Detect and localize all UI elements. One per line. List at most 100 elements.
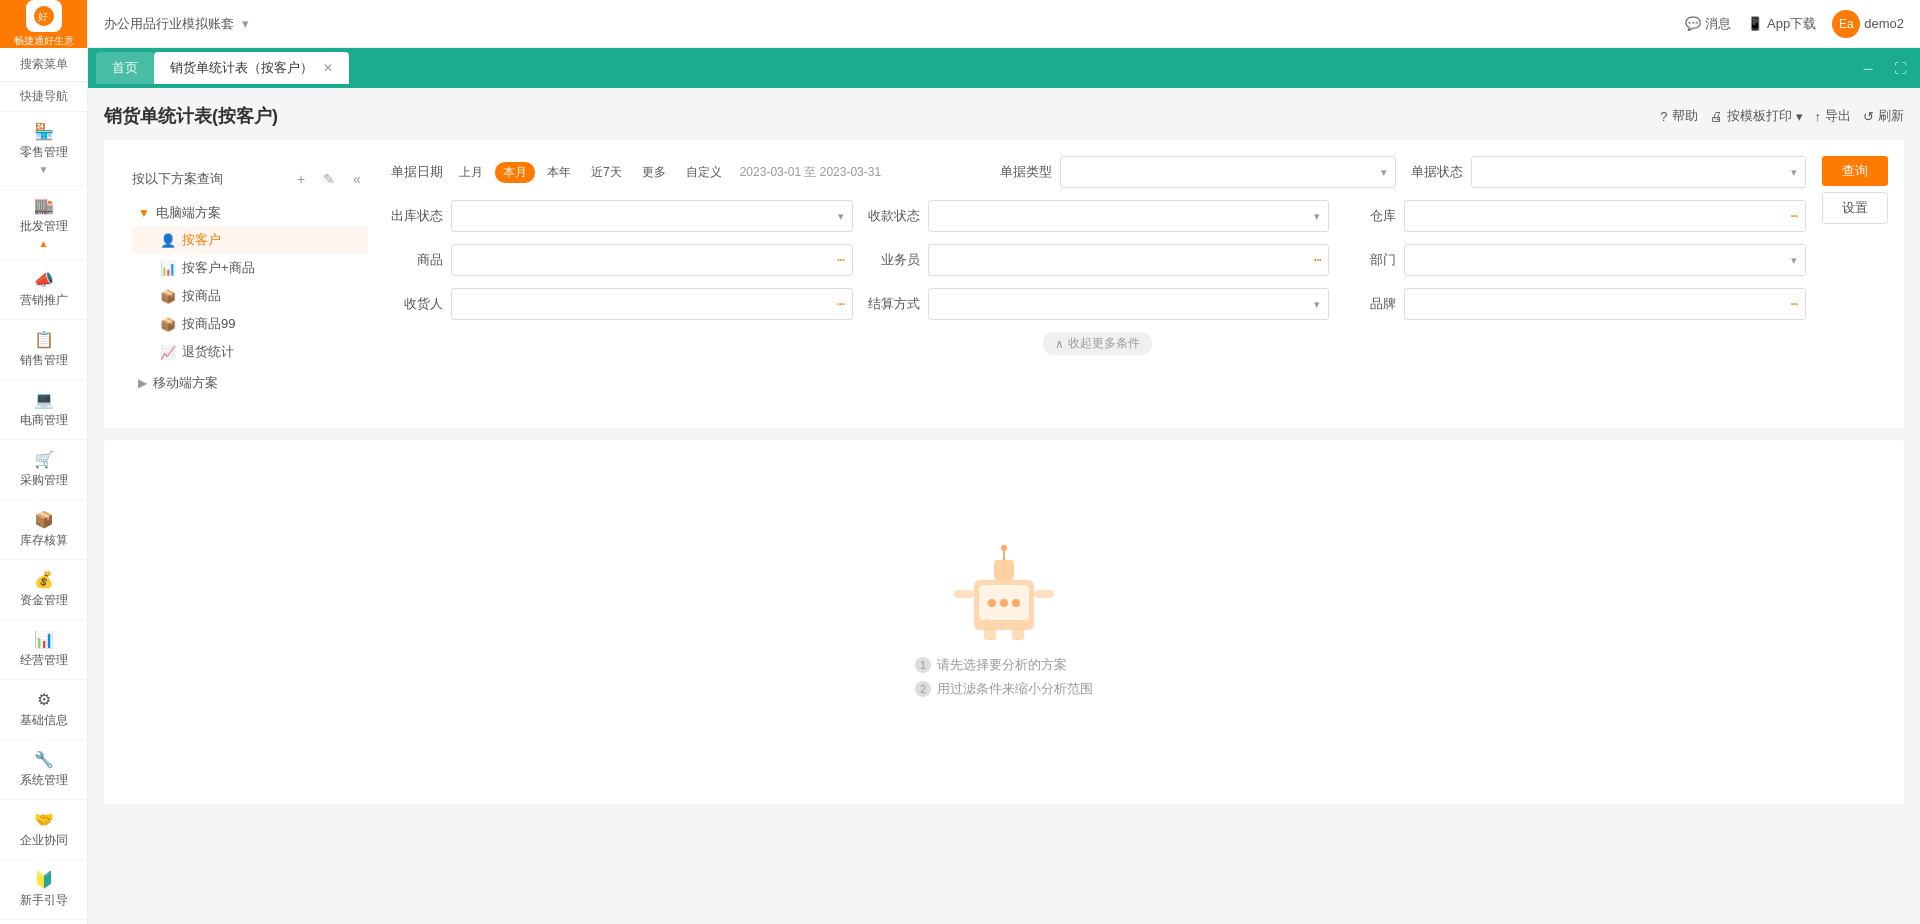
svg-rect-13 — [1012, 628, 1024, 640]
export-label: 导出 — [1825, 107, 1851, 125]
sidebar-item-newbie[interactable]: 🔰 新手引导 — [0, 860, 87, 920]
scheme-edit-btn[interactable]: ✎ — [318, 168, 340, 190]
date-tab-last-month[interactable]: 上月 — [451, 162, 491, 183]
date-tabs: 上月 本月 本年 近7天 更多 自定义 — [451, 162, 730, 183]
receipt-status-control[interactable]: ▾ — [928, 200, 1330, 232]
print-btn[interactable]: 🖨 按模板打印 ▾ — [1710, 107, 1803, 125]
sidebar-item-basic-label: 基础信息 — [20, 712, 68, 729]
warehouse-label: 仓库 — [1341, 207, 1396, 225]
recipient-dots-icon: ··· — [836, 295, 843, 313]
scheme-panel: 按以下方案查询 + ✎ « ▼ 电脑端方案 — [120, 156, 380, 412]
scheme-group-mobile: ▶ 移动端方案 — [132, 370, 368, 396]
user-profile-btn[interactable]: Ea demo2 — [1832, 10, 1904, 38]
sidebar-item-operations[interactable]: 📊 经营管理 — [0, 620, 87, 680]
svg-rect-12 — [984, 628, 996, 640]
sidebar-item-ecommerce[interactable]: 💻 电商管理 — [0, 380, 87, 440]
quick-nav-item[interactable]: 快捷导航 — [0, 82, 87, 112]
svg-text:好: 好 — [38, 11, 48, 22]
help-icon: ? — [1660, 109, 1667, 124]
tabbar-actions: ─ ⛶ — [1856, 56, 1912, 80]
date-tab-more[interactable]: 更多 — [634, 162, 674, 183]
order-type-control[interactable]: ▾ — [1060, 156, 1395, 188]
sidebar-item-finance[interactable]: 💰 资金管理 — [0, 560, 87, 620]
empty-hint-1-text: 请先选择要分析的方案 — [937, 656, 1067, 674]
help-btn[interactable]: ? 帮助 — [1660, 107, 1697, 125]
collapse-btn[interactable]: ∧ 收起更多条件 — [1043, 332, 1152, 355]
topbar: 办公用品行业模拟账套 ▾ 💬 消息 📱 App下载 Ea demo2 — [88, 0, 1920, 48]
recipient-control[interactable]: ··· — [451, 288, 853, 320]
department-control[interactable]: ▾ — [1404, 244, 1806, 276]
breadcrumb-text: 办公用品行业模拟账套 — [104, 15, 234, 33]
filter-panel: 按以下方案查询 + ✎ « ▼ 电脑端方案 — [104, 140, 1904, 428]
filter-item-product: 商品 ··· — [388, 244, 853, 276]
salesperson-control[interactable]: ··· — [928, 244, 1330, 276]
enterprise-icon: 🤝 — [34, 810, 54, 829]
empty-illustration — [944, 540, 1064, 640]
by-product-99-icon: 📦 — [160, 317, 176, 332]
sidebar-item-app-center[interactable]: 📱 应用中心 — [0, 920, 87, 924]
order-status-control[interactable]: ▾ — [1471, 156, 1806, 188]
empty-state-panel: 1 请先选择要分析的方案 2 用过滤条件来缩小分析范围 — [104, 440, 1904, 804]
message-label: 消息 — [1705, 15, 1731, 33]
breadcrumb-dropdown-icon[interactable]: ▾ — [242, 16, 249, 31]
date-range-text: 2023-03-01 至 2023-03-31 — [740, 164, 881, 181]
sidebar-item-enterprise[interactable]: 🤝 企业协同 — [0, 800, 87, 860]
product-control[interactable]: ··· — [451, 244, 853, 276]
export-btn[interactable]: ↑ 导出 — [1815, 107, 1852, 125]
filter-item-warehouse: 仓库 ··· — [1341, 200, 1806, 232]
sidebar-item-basic[interactable]: ⚙ 基础信息 — [0, 680, 87, 740]
tab-report[interactable]: 销货单统计表（按客户） ✕ — [154, 52, 349, 84]
sidebar-logo[interactable]: 好 畅捷通好生意 — [0, 0, 87, 48]
newbie-icon: 🔰 — [34, 870, 54, 889]
search-menu-item[interactable]: 搜索菜单 — [0, 48, 87, 82]
date-tab-custom[interactable]: 自定义 — [678, 162, 730, 183]
date-tab-7days[interactable]: 近7天 — [583, 162, 630, 183]
scheme-item-by-product-99[interactable]: 📦 按商品99 — [132, 310, 368, 338]
operations-icon: 📊 — [34, 630, 54, 649]
sidebar-item-wholesale[interactable]: 🏬 批发管理 ▲ — [0, 186, 87, 260]
date-filter-control: 上月 本月 本年 近7天 更多 自定义 2023-03-01 至 2023-03… — [451, 162, 985, 183]
scheme-group-mobile-header[interactable]: ▶ 移动端方案 — [132, 370, 368, 396]
refresh-btn[interactable]: ↺ 刷新 — [1863, 107, 1904, 125]
filter-item-brand: 品牌 ··· — [1341, 288, 1806, 320]
settings-button[interactable]: 设置 — [1822, 192, 1888, 224]
filter-item-date: 单据日期 上月 本月 本年 近7天 更多 自定义 20 — [388, 162, 985, 183]
query-button[interactable]: 查询 — [1822, 156, 1888, 186]
sidebar-item-inventory[interactable]: 📦 库存核算 — [0, 500, 87, 560]
scheme-collapse-btn[interactable]: « — [346, 168, 368, 190]
app-download-btn[interactable]: 📱 App下载 — [1747, 15, 1816, 33]
print-dropdown-icon: ▾ — [1796, 109, 1803, 124]
scheme-tree: ▼ 电脑端方案 👤 按客户 📊 按客户+商品 📦 — [132, 200, 368, 396]
order-type-dropdown-icon: ▾ — [1381, 166, 1387, 179]
out-status-control[interactable]: ▾ — [451, 200, 853, 232]
scheme-add-btn[interactable]: + — [290, 168, 312, 190]
tab-home[interactable]: 首页 — [96, 52, 154, 84]
sidebar-item-inventory-label: 库存核算 — [20, 532, 68, 549]
by-product-icon: 📦 — [160, 289, 176, 304]
scheme-group-desktop-header[interactable]: ▼ 电脑端方案 — [132, 200, 368, 226]
scheme-item-by-customer-product[interactable]: 📊 按客户+商品 — [132, 254, 368, 282]
scheme-item-return-stats[interactable]: 📈 退货统计 — [132, 338, 368, 366]
date-tab-this-month[interactable]: 本月 — [495, 162, 535, 183]
warehouse-control[interactable]: ··· — [1404, 200, 1806, 232]
tab-maximize-btn[interactable]: ⛶ — [1888, 56, 1912, 80]
tab-report-close[interactable]: ✕ — [323, 61, 333, 75]
payment-method-dropdown-icon: ▾ — [1314, 298, 1320, 311]
brand-control[interactable]: ··· — [1404, 288, 1806, 320]
ecommerce-icon: 💻 — [34, 390, 54, 409]
sidebar-item-retail[interactable]: 🏪 零售管理 ▼ — [0, 112, 87, 186]
scheme-item-by-customer[interactable]: 👤 按客户 — [132, 226, 368, 254]
sidebar-item-marketing[interactable]: 📣 营销推广 — [0, 260, 87, 320]
date-tab-this-year[interactable]: 本年 — [539, 162, 579, 183]
content-area: 销货单统计表(按客户) ? 帮助 🖨 按模板打印 ▾ ↑ 导出 ↺ 刷新 — [88, 88, 1920, 924]
sidebar-item-system[interactable]: 🔧 系统管理 — [0, 740, 87, 800]
tab-minimize-btn[interactable]: ─ — [1856, 56, 1880, 80]
empty-hint-2-text: 用过滤条件来缩小分析范围 — [937, 680, 1093, 698]
payment-method-control[interactable]: ▾ — [928, 288, 1330, 320]
message-btn[interactable]: 💬 消息 — [1685, 15, 1731, 33]
out-status-label: 出库状态 — [388, 207, 443, 225]
sidebar-item-sales[interactable]: 📋 销售管理 — [0, 320, 87, 380]
scheme-item-by-product[interactable]: 📦 按商品 — [132, 282, 368, 310]
filter-item-receipt-status: 收款状态 ▾ — [865, 200, 1330, 232]
sidebar-item-purchase[interactable]: 🛒 采购管理 — [0, 440, 87, 500]
